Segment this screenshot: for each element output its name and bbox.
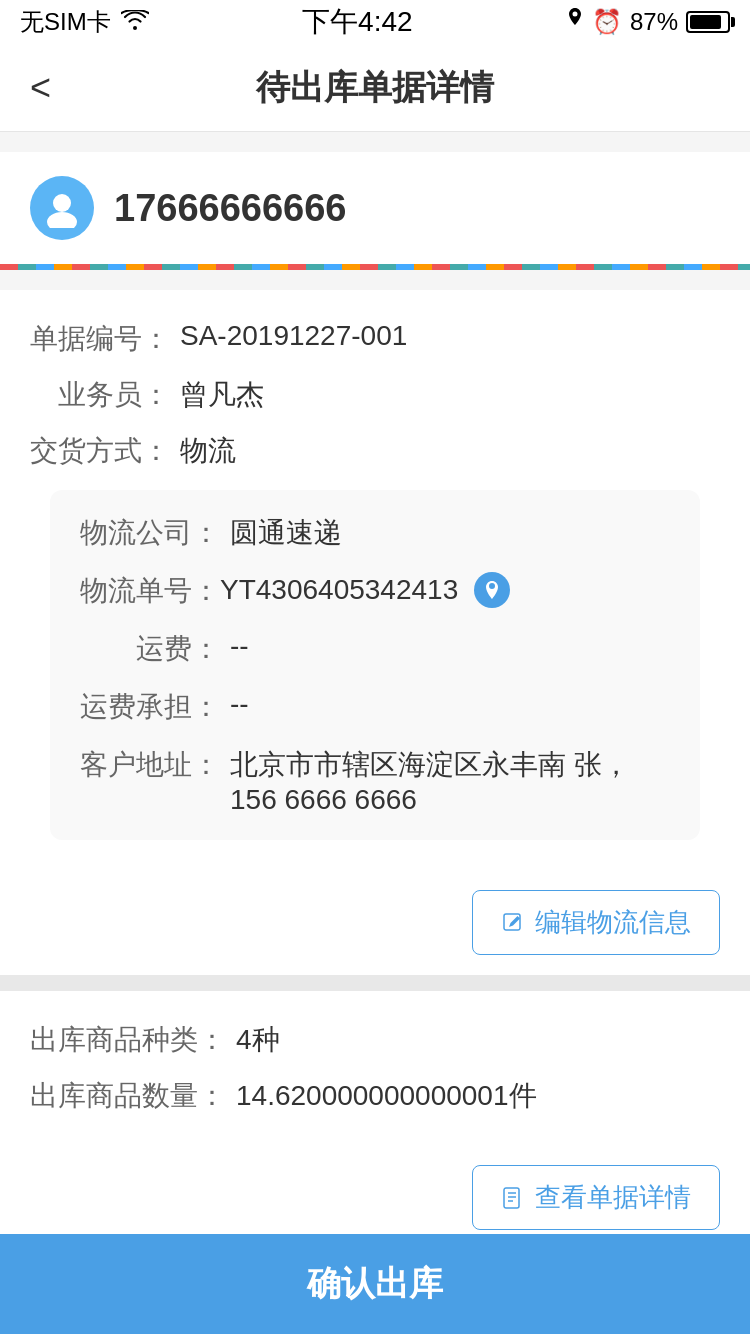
- status-time: 下午4:42: [302, 3, 413, 41]
- tracking-number-row: 物流单号： YT4306405342413: [80, 572, 670, 610]
- product-types-row: 出库商品种类： 4种: [30, 1021, 720, 1059]
- logistics-company-value: 圆通速递: [230, 514, 670, 552]
- status-left: 无SIM卡: [20, 6, 149, 38]
- tracking-number-label: 物流单号：: [80, 572, 220, 610]
- svg-point-0: [53, 194, 71, 212]
- address-label: 客户地址：: [80, 746, 220, 784]
- avatar: [30, 176, 94, 240]
- document-number-row: 单据编号： SA-20191227-001: [30, 320, 720, 358]
- address-value: 北京市市辖区海淀区永丰南 张，156 6666 6666: [230, 746, 670, 816]
- address-row: 客户地址： 北京市市辖区海淀区永丰南 张，156 6666 6666: [80, 746, 670, 816]
- alarm-icon: ⏰: [592, 8, 622, 36]
- product-quantity-label: 出库商品数量：: [30, 1077, 226, 1115]
- tracking-number-value: YT4306405342413: [220, 574, 458, 606]
- nav-bar: < 待出库单据详情: [0, 44, 750, 132]
- edit-logistics-label: 编辑物流信息: [535, 905, 691, 940]
- delivery-method-label: 交货方式：: [30, 432, 170, 470]
- document-icon: [501, 1186, 525, 1210]
- product-section: 出库商品种类： 4种 出库商品数量： 14.620000000000001件: [0, 991, 750, 1145]
- svg-rect-3: [504, 1188, 519, 1208]
- edit-icon: [501, 911, 525, 935]
- wifi-icon: [121, 8, 149, 36]
- freight-bearer-label: 运费承担：: [80, 688, 220, 726]
- view-details-label: 查看单据详情: [535, 1180, 691, 1215]
- tracking-value-group: YT4306405342413: [220, 572, 510, 608]
- basic-info-section: 单据编号： SA-20191227-001 业务员： 曾凡杰 交货方式： 物流 …: [0, 290, 750, 870]
- salesperson-value: 曾凡杰: [180, 376, 720, 414]
- product-types-label: 出库商品种类：: [30, 1021, 226, 1059]
- product-types-value: 4种: [236, 1021, 280, 1059]
- document-number-value: SA-20191227-001: [180, 320, 720, 352]
- user-phone: 17666666666: [114, 187, 346, 230]
- logistics-company-label: 物流公司：: [80, 514, 220, 552]
- view-details-button[interactable]: 查看单据详情: [472, 1165, 720, 1230]
- logistics-box: 物流公司： 圆通速递 物流单号： YT4306405342413 运费： -- …: [50, 490, 700, 840]
- carrier-text: 无SIM卡: [20, 6, 111, 38]
- page-title: 待出库单据详情: [256, 65, 494, 111]
- product-quantity-row: 出库商品数量： 14.620000000000001件: [30, 1077, 720, 1115]
- logistics-company-row: 物流公司： 圆通速递: [80, 514, 670, 552]
- freight-label: 运费：: [80, 630, 220, 668]
- confirm-button-label: 确认出库: [307, 1261, 443, 1307]
- document-number-label: 单据编号：: [30, 320, 170, 358]
- dashed-divider: [0, 264, 750, 270]
- freight-bearer-row: 运费承担： --: [80, 688, 670, 726]
- product-quantity-value: 14.620000000000001件: [236, 1077, 537, 1115]
- tracking-location-icon[interactable]: [474, 572, 510, 608]
- gray-divider: [0, 975, 750, 991]
- salesperson-row: 业务员： 曾凡杰: [30, 376, 720, 414]
- confirm-button[interactable]: 确认出库: [0, 1234, 750, 1334]
- salesperson-label: 业务员：: [30, 376, 170, 414]
- back-button[interactable]: <: [30, 57, 61, 119]
- edit-logistics-button[interactable]: 编辑物流信息: [472, 890, 720, 955]
- location-active-icon: [566, 8, 584, 36]
- delivery-method-value: 物流: [180, 432, 720, 470]
- edit-section: 编辑物流信息: [0, 870, 750, 975]
- user-header: 17666666666: [0, 152, 750, 264]
- status-bar: 无SIM卡 下午4:42 ⏰ 87%: [0, 0, 750, 44]
- battery-text: 87%: [630, 8, 678, 36]
- svg-point-1: [47, 212, 77, 228]
- freight-bearer-value: --: [230, 688, 670, 720]
- freight-row: 运费： --: [80, 630, 670, 668]
- status-right: ⏰ 87%: [566, 8, 730, 36]
- battery-icon: [686, 11, 730, 33]
- freight-value: --: [230, 630, 670, 662]
- delivery-method-row: 交货方式： 物流: [30, 432, 720, 470]
